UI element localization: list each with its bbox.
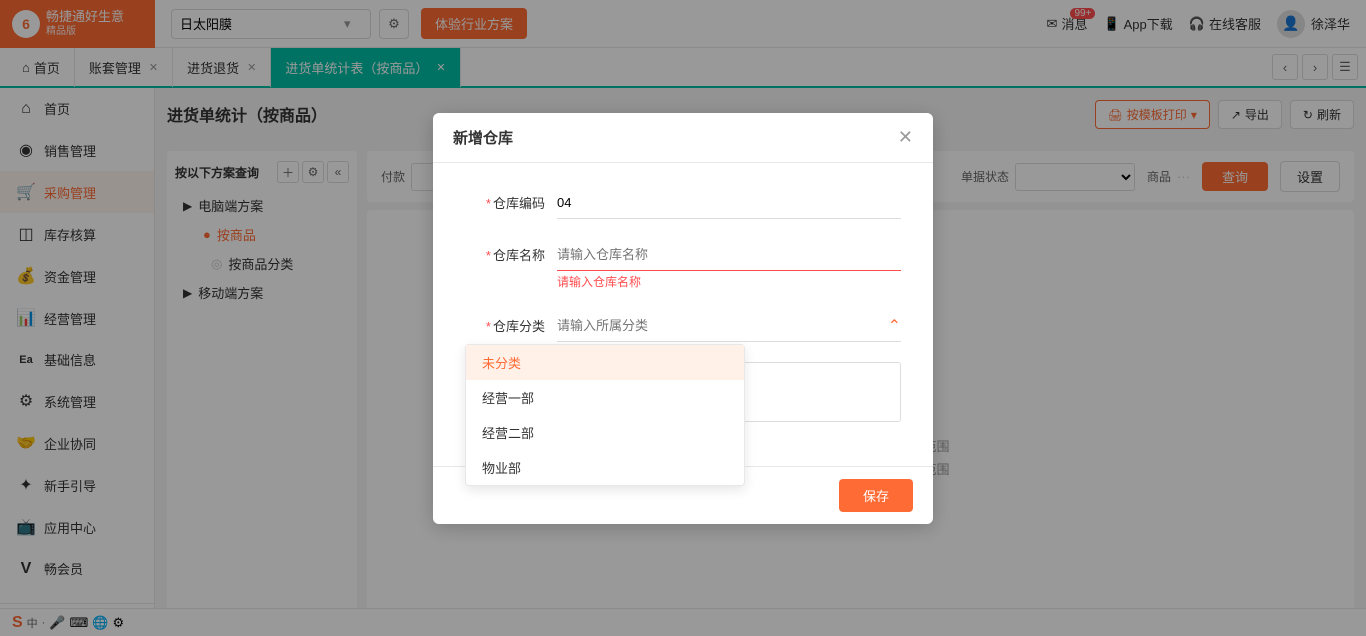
code-input[interactable] [557, 187, 901, 219]
code-label: *仓库编码 [465, 193, 545, 212]
dialog-close-btn[interactable]: ✕ [898, 127, 913, 148]
category-input[interactable] [557, 310, 901, 342]
new-warehouse-dialog: 新增仓库 ✕ *仓库编码 *仓库名称 请输入仓 [433, 113, 933, 524]
name-error-msg: 请输入仓库名称 [557, 273, 641, 290]
dialog-header: 新增仓库 ✕ [433, 113, 933, 163]
form-row-name: *仓库名称 请输入仓库名称 [465, 239, 901, 290]
dropdown-item-dept3[interactable]: 物业部 [466, 450, 744, 485]
dialog-title: 新增仓库 [453, 127, 513, 148]
dropdown-item-uncategorized[interactable]: 未分类 [466, 345, 744, 380]
category-select-wrapper: ⌃ 未分类 经营一部 经营二部 物业部 [557, 310, 901, 342]
form-row-code: *仓库编码 [465, 187, 901, 219]
name-input[interactable] [557, 239, 901, 271]
category-dropdown-list: 未分类 经营一部 经营二部 物业部 [465, 344, 745, 486]
save-button[interactable]: 保存 [839, 479, 913, 512]
form-row-category: *仓库分类 ⌃ 未分类 经营一部 经营二部 [465, 310, 901, 342]
name-label: *仓库名称 [465, 245, 545, 264]
category-dropdown-arrow[interactable]: ⌃ [888, 316, 901, 336]
dropdown-item-dept1[interactable]: 经营一部 [466, 380, 744, 415]
modal-overlay[interactable]: 新增仓库 ✕ *仓库编码 *仓库名称 请输入仓 [0, 0, 1366, 636]
dropdown-item-dept2[interactable]: 经营二部 [466, 415, 744, 450]
category-label: *仓库分类 [465, 316, 545, 335]
dialog-body: *仓库编码 *仓库名称 请输入仓库名称 *仓库分类 [433, 163, 933, 466]
